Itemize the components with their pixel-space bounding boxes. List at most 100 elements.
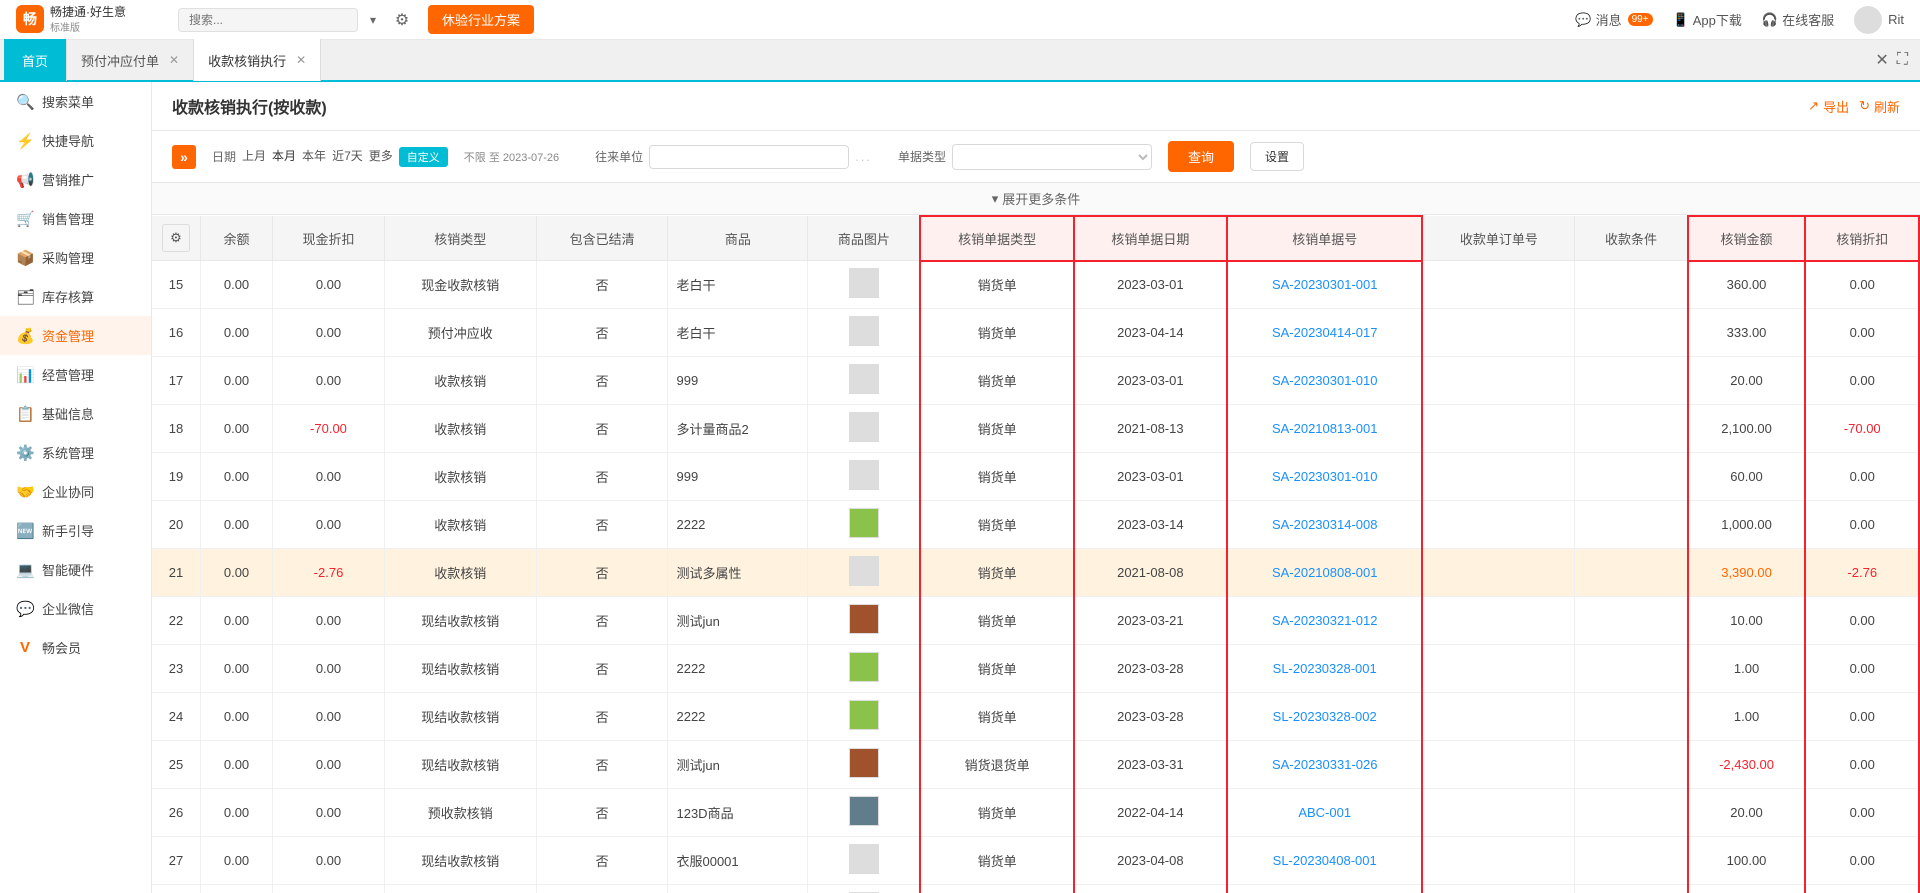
filter-expand-btn[interactable]: » — [172, 145, 196, 169]
export-btn[interactable]: ↗ 导出 — [1808, 97, 1849, 116]
doc-no-link[interactable]: SA-20210813-001 — [1272, 421, 1378, 436]
cell-doc-no[interactable]: ABC-001 — [1227, 789, 1422, 837]
industry-btn[interactable]: 休验行业方案 — [428, 5, 534, 34]
cell-doc-no[interactable]: SL-20230328-001 — [1227, 645, 1422, 693]
doc-no-link[interactable]: SA-20230331-026 — [1272, 757, 1378, 772]
online-service-btn[interactable]: 🎧 在线客服 — [1762, 10, 1834, 29]
top-dropdown-btn[interactable]: ▾ — [370, 13, 376, 27]
date-this-year[interactable]: 本年 — [302, 147, 326, 167]
doc-no-link[interactable]: SA-20230321-012 — [1272, 613, 1378, 628]
settings-gear-header[interactable]: ⚙ — [162, 224, 190, 252]
filter-date-group: 日期 上月 本月 本年 近7天 更多 自定义 — [212, 147, 448, 167]
cell-cash-discount: 0.00 — [273, 357, 385, 405]
tab-close-all-btn[interactable]: ✕ — [1875, 50, 1888, 70]
date-this-month[interactable]: 本月 — [272, 147, 296, 167]
gear-btn[interactable]: ⚙ — [388, 6, 416, 34]
table-row: 25 0.00 0.00 现结收款核销 否 测试jun 销货退货单 2023-0… — [152, 741, 1919, 789]
app-download-btn[interactable]: 📱 App下载 — [1673, 10, 1742, 29]
settings-btn[interactable]: 设置 — [1250, 142, 1304, 171]
cell-doc-date: 2023-04-08 — [1074, 837, 1227, 885]
doc-no-link[interactable]: SA-20210808-001 — [1272, 565, 1378, 580]
sidebar-item-collab[interactable]: 🤝 企业协同 — [0, 472, 151, 511]
sidebar-item-sales[interactable]: 🛒 销售管理 — [0, 199, 151, 238]
cell-receipt-condition — [1575, 357, 1688, 405]
doc-no-link[interactable]: SA-20230301-010 — [1272, 373, 1378, 388]
doc-no-link[interactable]: ABC-001 — [1298, 805, 1351, 820]
cell-product: 999 — [668, 357, 808, 405]
phone-icon: 📱 — [1673, 12, 1689, 28]
cell-doc-no[interactable]: SA-20230314-008 — [1227, 501, 1422, 549]
cell-doc-no[interactable]: SA-20230331-026 — [1227, 741, 1422, 789]
messages-btn[interactable]: 💬 消息 99+ — [1575, 10, 1652, 29]
doc-no-link[interactable]: SL-20230328-002 — [1273, 709, 1377, 724]
sidebar-item-quicknav[interactable]: ⚡ 快捷导航 — [0, 121, 151, 160]
sidebar-item-member[interactable]: V 畅会员 — [0, 628, 151, 667]
tab-writeoff-close[interactable]: ✕ — [296, 53, 306, 67]
sidebar-item-guide[interactable]: 🆕 新手引导 — [0, 511, 151, 550]
cell-doc-no[interactable]: SL-20230418-001 — [1227, 885, 1422, 893]
date-custom-btn[interactable]: 自定义 — [399, 147, 448, 167]
cell-writeoff-amount: 10.00 — [1688, 597, 1806, 645]
tab-prepay[interactable]: 预付冲应付单 ✕ — [67, 39, 194, 81]
tab-prepay-close[interactable]: ✕ — [169, 53, 179, 67]
user-area[interactable]: Rit — [1854, 6, 1904, 34]
cell-doc-type: 销货单 — [920, 309, 1073, 357]
cell-cash-discount: 0.00 — [273, 453, 385, 501]
doc-no-link[interactable]: SL-20230408-001 — [1273, 853, 1377, 868]
cell-doc-no[interactable]: SL-20230408-001 — [1227, 837, 1422, 885]
cell-receipt-order — [1422, 501, 1575, 549]
cell-doc-no[interactable]: SA-20230301-001 — [1227, 261, 1422, 309]
sidebar-item-inventory[interactable]: 🗂 库存核算 — [0, 277, 151, 316]
cell-product-img — [808, 453, 921, 501]
sidebar-item-marketing[interactable]: 📢 营销推广 — [0, 160, 151, 199]
tab-expand-btn[interactable]: ⛶ — [1897, 51, 1908, 69]
cell-balance: 0.00 — [201, 741, 273, 789]
doc-no-link[interactable]: SL-20230328-001 — [1273, 661, 1377, 676]
cell-doc-no[interactable]: SA-20230301-010 — [1227, 357, 1422, 405]
expand-more-btn[interactable]: ▾ 展开更多条件 — [992, 189, 1081, 208]
counterpart-input[interactable] — [649, 145, 849, 169]
cell-writeoff-amount: 100.00 — [1688, 837, 1806, 885]
cell-doc-no[interactable]: SL-20230328-002 — [1227, 693, 1422, 741]
date-7days[interactable]: 近7天 — [332, 147, 363, 167]
doc-no-link[interactable]: SA-20230314-008 — [1272, 517, 1378, 532]
sidebar-item-system[interactable]: ⚙️ 系统管理 — [0, 433, 151, 472]
doc-no-link[interactable]: SA-20230301-001 — [1272, 277, 1378, 292]
cell-balance: 0.00 — [201, 789, 273, 837]
sidebar-item-basic[interactable]: 📋 基础信息 — [0, 394, 151, 433]
cell-doc-no[interactable]: SA-20230301-010 — [1227, 453, 1422, 501]
sidebar-item-operation[interactable]: 📊 经营管理 — [0, 355, 151, 394]
sidebar-item-purchase[interactable]: 📦 采购管理 — [0, 238, 151, 277]
cell-doc-type: 销货单 — [920, 885, 1073, 893]
table-row: 26 0.00 0.00 预收款核销 否 123D商品 销货单 2022-04-… — [152, 789, 1919, 837]
top-search-input[interactable] — [178, 8, 358, 32]
cell-doc-no[interactable]: SA-20230321-012 — [1227, 597, 1422, 645]
sidebar-item-finance[interactable]: 💰 资金管理 — [0, 316, 151, 355]
top-right: 💬 消息 99+ 📱 App下载 🎧 在线客服 Rit — [1575, 6, 1904, 34]
sidebar-item-hardware[interactable]: 💻 智能硬件 — [0, 550, 151, 589]
sidebar-label-sales: 销售管理 — [42, 209, 94, 228]
cell-settled: 否 — [536, 837, 668, 885]
cell-receipt-order — [1422, 549, 1575, 597]
doc-no-link[interactable]: SA-20230301-010 — [1272, 469, 1378, 484]
cell-doc-no[interactable]: SA-20210808-001 — [1227, 549, 1422, 597]
date-more[interactable]: 更多 — [369, 147, 393, 167]
cell-doc-no[interactable]: SA-20210813-001 — [1227, 405, 1422, 453]
query-btn[interactable]: 查询 — [1168, 141, 1234, 172]
refresh-btn[interactable]: ↻ 刷新 — [1859, 97, 1900, 116]
cell-id: 24 — [152, 693, 201, 741]
tab-writeoff[interactable]: 收款核销执行 ✕ — [194, 39, 321, 81]
logo-sub: 标准版 — [50, 19, 126, 34]
doctype-select[interactable] — [952, 144, 1152, 170]
tab-home[interactable]: 首页 — [4, 39, 67, 81]
cell-doc-type: 销货单 — [920, 789, 1073, 837]
date-last-month[interactable]: 上月 — [242, 147, 266, 167]
cell-doc-no[interactable]: SA-20230414-017 — [1227, 309, 1422, 357]
doc-no-link[interactable]: SA-20230414-017 — [1272, 325, 1378, 340]
cell-doc-type: 销货退货单 — [920, 741, 1073, 789]
cell-settled: 否 — [536, 453, 668, 501]
cell-writeoff-type: 预收款核销 — [384, 789, 536, 837]
sidebar-item-wechat[interactable]: 💬 企业微信 — [0, 589, 151, 628]
sidebar-item-search[interactable]: 🔍 搜索菜单 — [0, 82, 151, 121]
cell-writeoff-type: 现结收款核销 — [384, 645, 536, 693]
